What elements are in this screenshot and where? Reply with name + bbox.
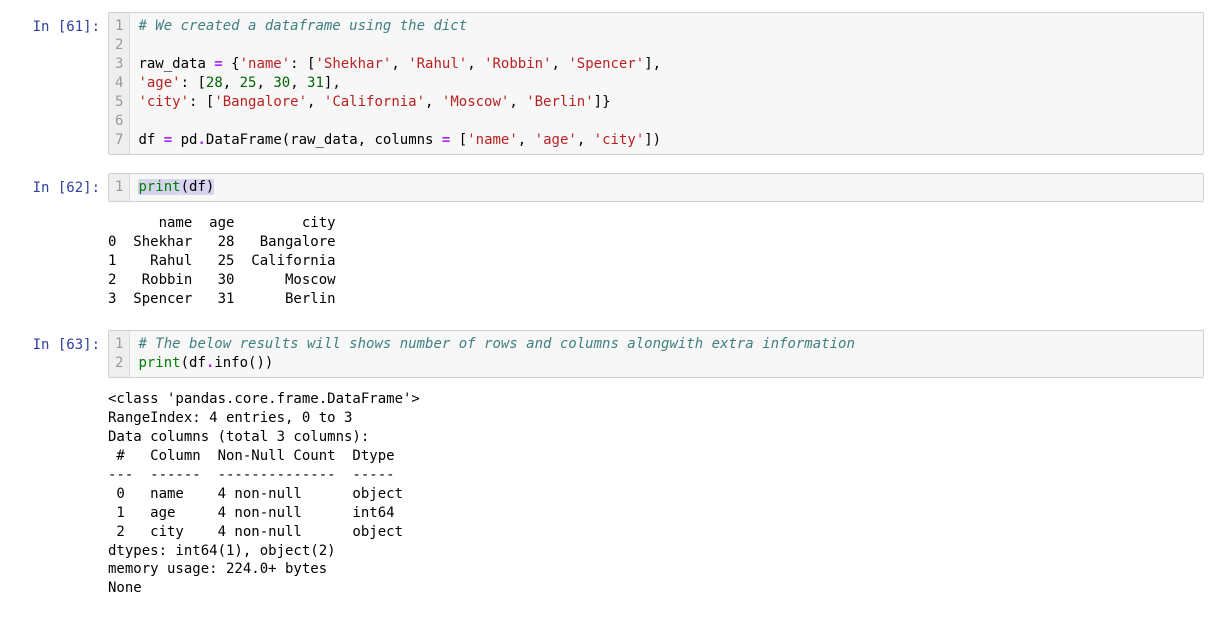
output-cell: name age city 0 Shekhar 28 Bangalore 1 R…	[14, 210, 1204, 312]
code-line[interactable]: print(df.info())	[138, 354, 1195, 373]
notebook: In [61]:1234567# We created a dataframe …	[0, 0, 1218, 632]
code-line[interactable]: 'age': [28, 25, 30, 31],	[138, 74, 1195, 93]
code-token: 'name'	[467, 132, 518, 148]
code-token: ,	[391, 56, 408, 72]
code-token: ]}	[594, 94, 611, 110]
code-token: .	[197, 132, 205, 148]
code-token: (df	[181, 355, 206, 371]
code-token: ,	[425, 94, 442, 110]
code-token: DataFrame(raw_data, columns	[206, 132, 442, 148]
line-gutter: 12	[109, 331, 130, 377]
code-cell: In [61]:1234567# We created a dataframe …	[14, 12, 1204, 155]
code-token: ,	[552, 56, 569, 72]
code-line[interactable]	[138, 36, 1195, 55]
code-token: 'Berlin'	[526, 94, 593, 110]
code-token: {	[223, 56, 240, 72]
code-token: (df)	[181, 179, 215, 195]
code-token: [	[450, 132, 467, 148]
input-prompt: In [62]:	[14, 173, 108, 198]
code-token: 'Moscow'	[442, 94, 509, 110]
code-input-area[interactable]: 1234567# We created a dataframe using th…	[108, 12, 1204, 155]
input-prompt: In [61]:	[14, 12, 108, 37]
code-token: 'age'	[138, 75, 180, 91]
code-token: : [	[181, 75, 206, 91]
code-token: ])	[644, 132, 661, 148]
code-token: 'name'	[240, 56, 291, 72]
code-token: 'California'	[324, 94, 425, 110]
code-token: : [	[189, 94, 214, 110]
code-token: 28	[206, 75, 223, 91]
code-token: 25	[240, 75, 257, 91]
code-line[interactable]: print(df)	[138, 178, 1195, 197]
code-token: =	[214, 56, 222, 72]
stdout-text: <class 'pandas.core.frame.DataFrame'> Ra…	[100, 386, 1204, 602]
code-token: ,	[577, 132, 594, 148]
code-token: ,	[223, 75, 240, 91]
code-token: : [	[290, 56, 315, 72]
code-text[interactable]: # The below results will shows number of…	[130, 331, 1203, 377]
code-token: pd	[172, 132, 197, 148]
code-token: ,	[518, 132, 535, 148]
code-line[interactable]: # We created a dataframe using the dict	[138, 17, 1195, 36]
code-token: ,	[467, 56, 484, 72]
code-token: 'Robbin'	[484, 56, 551, 72]
code-token: 'Spencer'	[568, 56, 644, 72]
code-token: ,	[307, 94, 324, 110]
code-text[interactable]: # We created a dataframe using the dict …	[130, 13, 1203, 154]
code-token: info())	[214, 355, 273, 371]
code-token: raw_data	[138, 56, 214, 72]
code-cell: In [62]:1 print(df)	[14, 173, 1204, 202]
code-token: print	[138, 355, 180, 371]
code-cell: In [63]:12 # The below results will shows…	[14, 330, 1204, 378]
code-token: 'city'	[138, 94, 189, 110]
code-token: print	[138, 179, 180, 195]
code-token: ],	[324, 75, 341, 91]
code-token: ,	[290, 75, 307, 91]
stdout-text: name age city 0 Shekhar 28 Bangalore 1 R…	[100, 210, 1204, 312]
code-token: # We created a dataframe using the dict	[138, 18, 467, 34]
code-line[interactable]	[138, 112, 1195, 131]
code-token: 'Shekhar'	[315, 56, 391, 72]
code-token: 30	[273, 75, 290, 91]
code-line[interactable]: 'city': ['Bangalore', 'California', 'Mos…	[138, 93, 1195, 112]
code-line[interactable]: df = pd.DataFrame(raw_data, columns = ['…	[138, 131, 1195, 150]
code-token: df	[138, 132, 163, 148]
line-gutter: 1234567	[109, 13, 130, 154]
code-token: 'Rahul'	[408, 56, 467, 72]
code-token: 31	[307, 75, 324, 91]
code-input-area[interactable]: 1 print(df)	[108, 173, 1204, 202]
code-token: ,	[256, 75, 273, 91]
code-input-area[interactable]: 12 # The below results will shows number …	[108, 330, 1204, 378]
code-token: 'Bangalore'	[214, 94, 307, 110]
line-gutter: 1	[109, 174, 130, 201]
code-text[interactable]: print(df)	[130, 174, 1203, 201]
input-prompt: In [63]:	[14, 330, 108, 355]
code-token: 'age'	[535, 132, 577, 148]
code-token: ],	[644, 56, 661, 72]
code-token: 'city'	[594, 132, 645, 148]
code-line[interactable]: raw_data = {'name': ['Shekhar', 'Rahul',…	[138, 55, 1195, 74]
output-cell: <class 'pandas.core.frame.DataFrame'> Ra…	[14, 386, 1204, 602]
code-token: ,	[509, 94, 526, 110]
code-token: =	[164, 132, 172, 148]
code-token: # The below results will shows number of…	[138, 336, 854, 352]
code-line[interactable]: # The below results will shows number of…	[138, 335, 1195, 354]
